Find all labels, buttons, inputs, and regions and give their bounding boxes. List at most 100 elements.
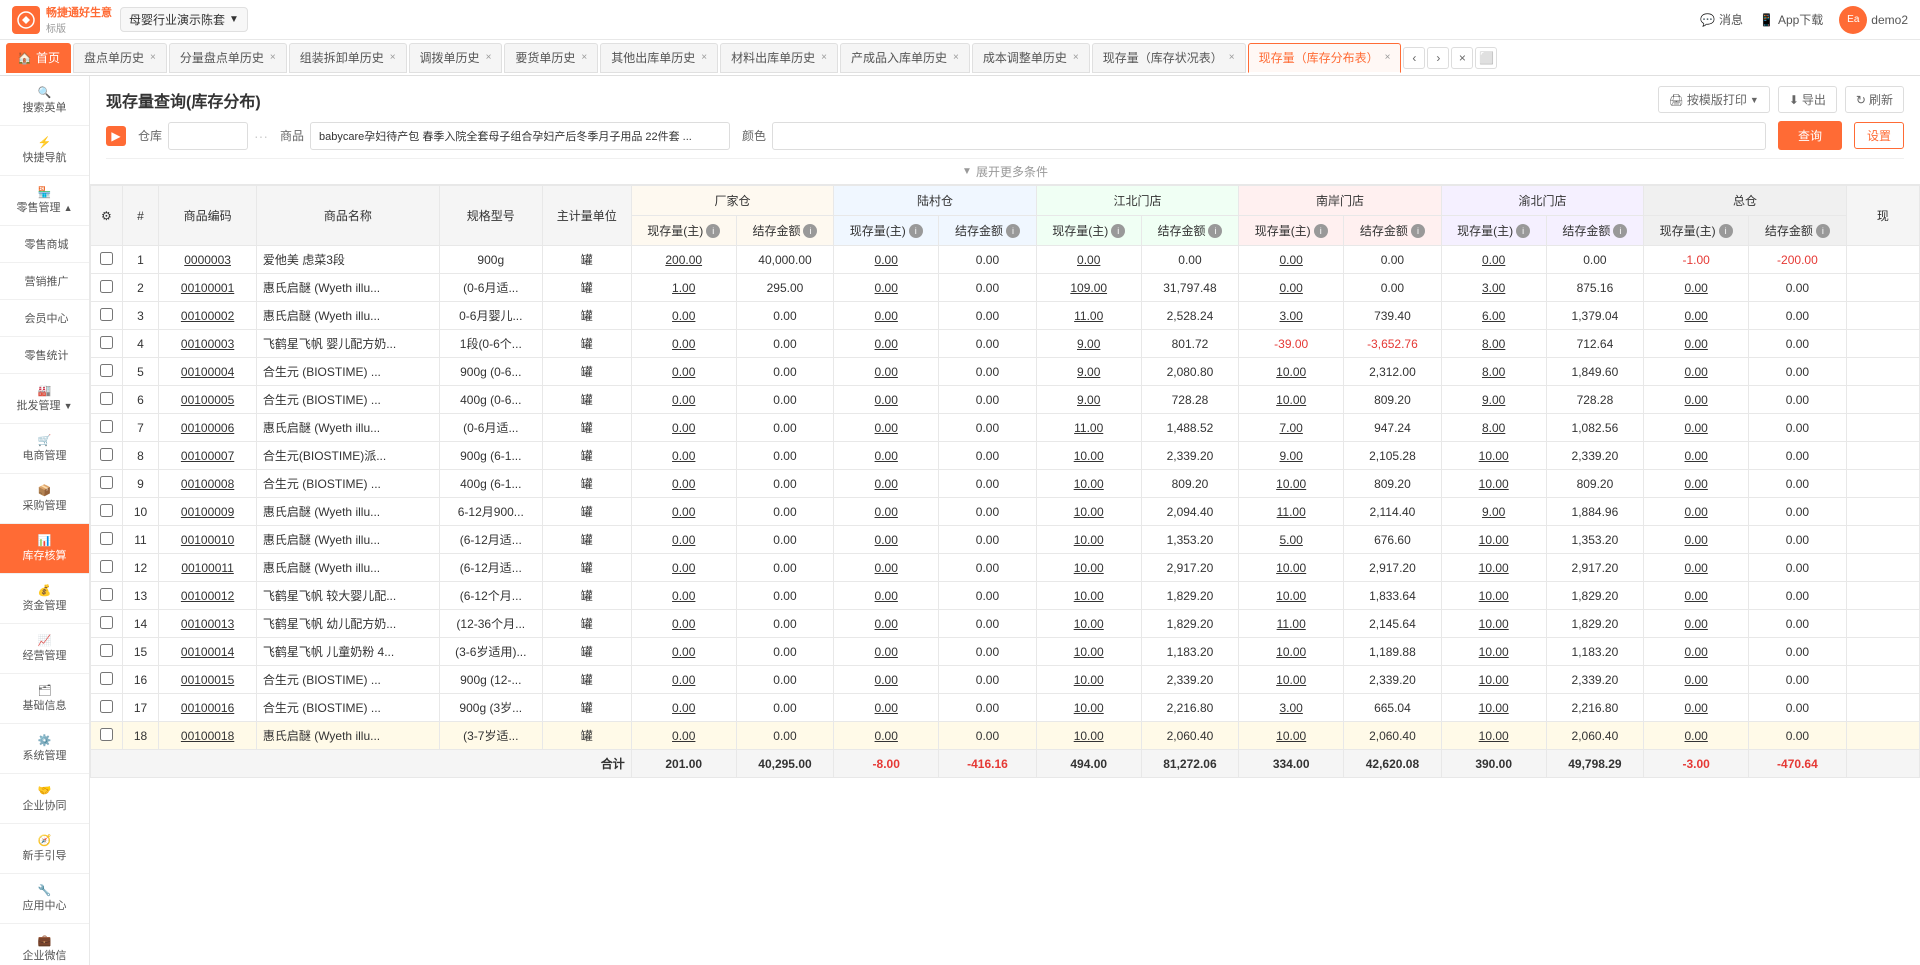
- tab-close-stock-distribution[interactable]: ×: [1385, 52, 1391, 63]
- sidebar-item-system[interactable]: ⚙️ 系统管理: [0, 724, 89, 774]
- row-code[interactable]: 00100015: [159, 666, 257, 694]
- row-wh2-qty[interactable]: 0.00: [834, 386, 939, 414]
- sidebar-item-retail-stats[interactable]: 零售统计: [0, 337, 89, 374]
- tab-close-requisition[interactable]: ×: [581, 52, 587, 63]
- tot-amt-info-icon[interactable]: i: [1816, 224, 1830, 238]
- row-wh5-qty[interactable]: 9.00: [1441, 386, 1546, 414]
- row-code[interactable]: 00100011: [159, 554, 257, 582]
- row-tot-qty[interactable]: 0.00: [1644, 526, 1749, 554]
- app-download-btn[interactable]: 📱 App下载: [1759, 11, 1823, 28]
- row-checkbox[interactable]: [100, 504, 113, 517]
- row-tot-qty[interactable]: 0.00: [1644, 302, 1749, 330]
- sidebar-item-inventory[interactable]: 📊 库存核算: [0, 524, 89, 574]
- wh3-qty-info-icon[interactable]: i: [1111, 224, 1125, 238]
- row-wh3-qty[interactable]: 10.00: [1036, 526, 1141, 554]
- row-wh2-qty[interactable]: 0.00: [834, 414, 939, 442]
- row-wh1-qty[interactable]: 0.00: [631, 694, 736, 722]
- row-wh3-qty[interactable]: 10.00: [1036, 610, 1141, 638]
- tab-close-transfer[interactable]: ×: [486, 52, 492, 63]
- setting-btn[interactable]: 设置: [1854, 122, 1904, 149]
- row-tot-qty[interactable]: -1.00: [1644, 246, 1749, 274]
- row-wh1-qty[interactable]: 1.00: [631, 274, 736, 302]
- row-wh2-qty[interactable]: 0.00: [834, 526, 939, 554]
- tab-cost-adjust[interactable]: 成本调整单历史 ×: [972, 43, 1090, 73]
- row-wh3-qty[interactable]: 10.00: [1036, 666, 1141, 694]
- row-code[interactable]: 0000003: [159, 246, 257, 274]
- row-wh4-qty[interactable]: 10.00: [1239, 386, 1344, 414]
- row-wh3-qty[interactable]: 0.00: [1036, 246, 1141, 274]
- sidebar-item-marketing[interactable]: 营销推广: [0, 263, 89, 300]
- expand-more-btn[interactable]: ▼ 展开更多条件: [106, 158, 1904, 184]
- row-wh1-qty[interactable]: 0.00: [631, 470, 736, 498]
- tab-stock-status[interactable]: 现存量（库存状况表） ×: [1092, 43, 1246, 73]
- row-wh5-qty[interactable]: 3.00: [1441, 274, 1546, 302]
- tab-expand-btn[interactable]: ⬜: [1475, 47, 1497, 69]
- row-code[interactable]: 00100003: [159, 330, 257, 358]
- row-wh2-qty[interactable]: 0.00: [834, 554, 939, 582]
- row-checkbox[interactable]: [100, 560, 113, 573]
- row-wh3-qty[interactable]: 9.00: [1036, 386, 1141, 414]
- row-wh4-qty[interactable]: 10.00: [1239, 582, 1344, 610]
- row-code[interactable]: 00100004: [159, 358, 257, 386]
- row-tot-qty[interactable]: 0.00: [1644, 722, 1749, 750]
- row-wh3-qty[interactable]: 10.00: [1036, 442, 1141, 470]
- row-wh1-qty[interactable]: 0.00: [631, 414, 736, 442]
- refresh-btn[interactable]: ↻ 刷新: [1845, 86, 1904, 113]
- row-wh3-qty[interactable]: 10.00: [1036, 694, 1141, 722]
- row-code[interactable]: 00100005: [159, 386, 257, 414]
- row-checkbox[interactable]: [100, 616, 113, 629]
- row-settings[interactable]: [91, 470, 123, 498]
- row-wh2-qty[interactable]: 0.00: [834, 246, 939, 274]
- row-wh5-qty[interactable]: 10.00: [1441, 722, 1546, 750]
- row-wh2-qty[interactable]: 0.00: [834, 302, 939, 330]
- row-tot-qty[interactable]: 0.00: [1644, 442, 1749, 470]
- tab-close-partial-count[interactable]: ×: [270, 52, 276, 63]
- sidebar-item-retail[interactable]: 🏪 零售管理 ▲: [0, 176, 89, 226]
- row-wh2-qty[interactable]: 0.00: [834, 694, 939, 722]
- user-area[interactable]: Ea demo2: [1839, 6, 1908, 34]
- row-checkbox[interactable]: [100, 448, 113, 461]
- row-wh4-qty[interactable]: 10.00: [1239, 554, 1344, 582]
- row-wh5-qty[interactable]: 6.00: [1441, 302, 1546, 330]
- wh5-qty-info-icon[interactable]: i: [1516, 224, 1530, 238]
- wh4-qty-info-icon[interactable]: i: [1314, 224, 1328, 238]
- row-wh5-qty[interactable]: 10.00: [1441, 638, 1546, 666]
- tab-requisition[interactable]: 要货单历史 ×: [504, 43, 598, 73]
- row-wh5-qty[interactable]: 10.00: [1441, 554, 1546, 582]
- row-wh3-qty[interactable]: 10.00: [1036, 638, 1141, 666]
- tab-close-cost-adjust[interactable]: ×: [1073, 52, 1079, 63]
- message-btn[interactable]: 💬 消息: [1700, 11, 1743, 28]
- org-selector[interactable]: 母婴行业演示陈套 ▼: [120, 7, 248, 32]
- row-settings[interactable]: [91, 554, 123, 582]
- sidebar-item-wecom[interactable]: 💼 企业微信: [0, 924, 89, 965]
- row-checkbox[interactable]: [100, 588, 113, 601]
- row-code[interactable]: 00100001: [159, 274, 257, 302]
- row-settings[interactable]: [91, 246, 123, 274]
- export-btn[interactable]: ⬇ 导出: [1778, 86, 1837, 113]
- row-wh2-qty[interactable]: 0.00: [834, 498, 939, 526]
- tab-close-other-out[interactable]: ×: [701, 52, 707, 63]
- row-code[interactable]: 00100006: [159, 414, 257, 442]
- wh3-amt-info-icon[interactable]: i: [1208, 224, 1222, 238]
- row-wh1-qty[interactable]: 0.00: [631, 498, 736, 526]
- row-tot-qty[interactable]: 0.00: [1644, 414, 1749, 442]
- row-wh2-qty[interactable]: 0.00: [834, 722, 939, 750]
- row-settings[interactable]: [91, 722, 123, 750]
- row-wh1-qty[interactable]: 0.00: [631, 638, 736, 666]
- sidebar-item-ops[interactable]: 📈 经营管理: [0, 624, 89, 674]
- row-settings[interactable]: [91, 330, 123, 358]
- row-tot-qty[interactable]: 0.00: [1644, 358, 1749, 386]
- row-tot-qty[interactable]: 0.00: [1644, 498, 1749, 526]
- settings-icon[interactable]: ⚙: [101, 209, 112, 223]
- row-settings[interactable]: [91, 638, 123, 666]
- row-code[interactable]: 00100012: [159, 582, 257, 610]
- sidebar-item-member[interactable]: 会员中心: [0, 300, 89, 337]
- row-wh3-qty[interactable]: 9.00: [1036, 358, 1141, 386]
- row-wh4-qty[interactable]: 10.00: [1239, 470, 1344, 498]
- wh2-qty-info-icon[interactable]: i: [909, 224, 923, 238]
- expand-icon[interactable]: ▶: [106, 126, 126, 146]
- row-checkbox[interactable]: [100, 420, 113, 433]
- row-wh1-qty[interactable]: 0.00: [631, 330, 736, 358]
- row-settings[interactable]: [91, 526, 123, 554]
- row-wh1-qty[interactable]: 0.00: [631, 610, 736, 638]
